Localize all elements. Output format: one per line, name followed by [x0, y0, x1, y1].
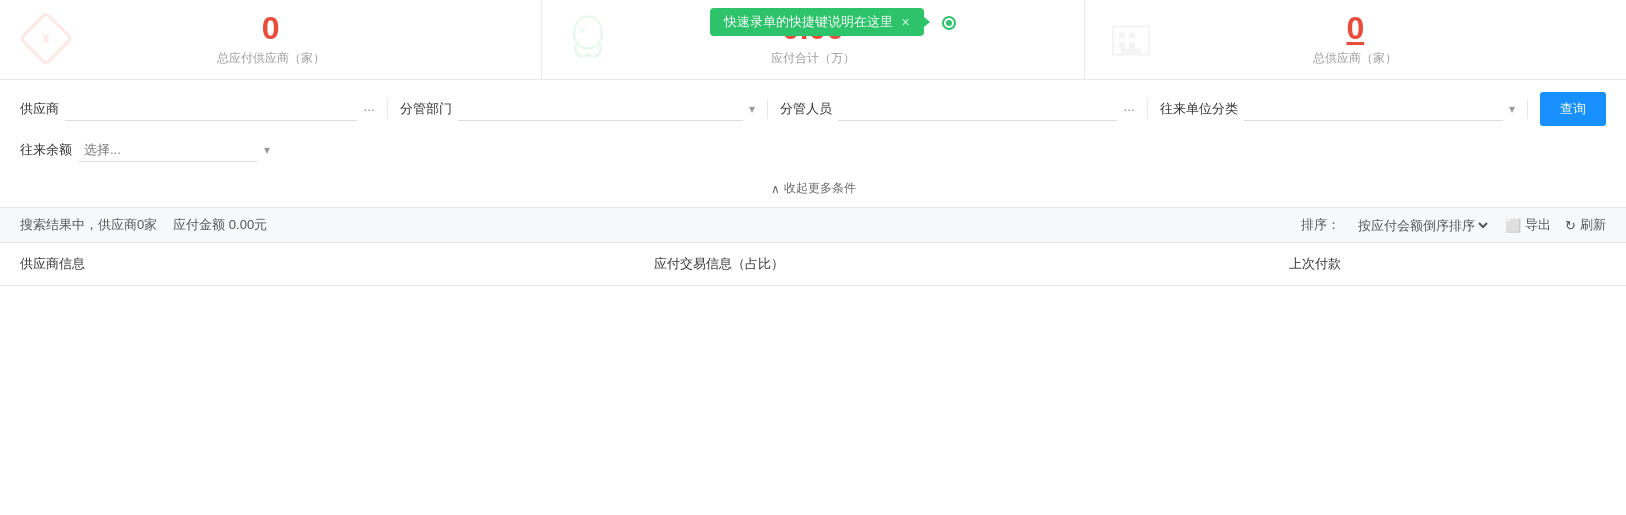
- stats-bar: ¥ 0 总应付供应商（家） 0.00 应付合计（万）: [0, 0, 1626, 80]
- tooltip-text: 快速录单的快捷键说明在这里: [724, 13, 893, 31]
- supplier-label: 供应商: [20, 100, 59, 118]
- divider-1: [387, 99, 388, 119]
- sort-label: 排序：: [1301, 216, 1340, 234]
- filter-department: 分管部门 ▾: [400, 97, 755, 121]
- stat-total-payable-suppliers: ¥ 0 总应付供应商（家）: [0, 0, 542, 79]
- export-action[interactable]: ⬜ 导出: [1505, 216, 1551, 234]
- category-label: 往来单位分类: [1160, 100, 1238, 118]
- divider-4: [1527, 99, 1528, 119]
- stat-payable-total: 0.00 应付合计（万） 快速录单的快捷键说明在这里 ×: [542, 0, 1084, 79]
- stat-total-suppliers: 0 总供应商（家）: [1085, 0, 1626, 79]
- filter-person: 分管人员 ···: [780, 97, 1135, 121]
- result-bar: 搜索结果中，供应商0家 应付金额 0.00元 排序： 按应付会额倒序排序 ⬜ 导…: [0, 208, 1626, 243]
- svg-point-3: [579, 27, 585, 33]
- refresh-label: 刷新: [1580, 216, 1606, 234]
- col-transaction-header: 应付交易信息（占比）: [654, 255, 1288, 273]
- collapse-label: 收起更多条件: [784, 180, 856, 197]
- category-dropdown-icon[interactable]: ▾: [1509, 102, 1515, 116]
- balance-input[interactable]: [78, 138, 258, 162]
- payable-total-label: 应付合计（万）: [771, 50, 855, 67]
- refresh-icon: ↻: [1565, 218, 1576, 233]
- svg-rect-0: [21, 13, 72, 64]
- department-input[interactable]: [458, 97, 743, 121]
- export-label: 导出: [1525, 216, 1551, 234]
- col-lastpay-header: 上次付款: [1289, 255, 1606, 273]
- person-dots[interactable]: ···: [1123, 101, 1135, 117]
- supplier-input[interactable]: [65, 97, 357, 121]
- result-supplier-count: 搜索结果中，供应商0家: [20, 216, 157, 234]
- tooltip-close-icon[interactable]: ×: [901, 14, 909, 30]
- filter-row-1: 供应商 ··· 分管部门 ▾ 分管人员 ··· 往来单位分类 ▾ 查询: [20, 92, 1606, 126]
- svg-rect-9: [1129, 42, 1135, 48]
- svg-rect-4: [1113, 26, 1149, 54]
- table-header: 供应商信息 应付交易信息（占比） 上次付款: [0, 243, 1626, 286]
- balance-label: 往来余额: [20, 141, 72, 159]
- svg-rect-5: [1119, 32, 1125, 38]
- sort-select[interactable]: 按应付会额倒序排序: [1354, 217, 1491, 234]
- divider-3: [1147, 99, 1148, 119]
- shortcut-tooltip: 快速录单的快捷键说明在这里 ×: [710, 8, 923, 36]
- total-suppliers-value: 0: [1346, 12, 1364, 44]
- svg-rect-6: [1129, 32, 1135, 38]
- total-payable-value: 0: [262, 12, 280, 44]
- department-dropdown-icon[interactable]: ▾: [749, 102, 755, 116]
- filter-category: 往来单位分类 ▾: [1160, 97, 1515, 121]
- query-button[interactable]: 查询: [1540, 92, 1606, 126]
- diamond-bg-icon: ¥: [20, 12, 72, 67]
- filter-bar: 供应商 ··· 分管部门 ▾ 分管人员 ··· 往来单位分类 ▾ 查询: [0, 80, 1626, 208]
- collapse-bar: ∧ 收起更多条件: [20, 174, 1606, 207]
- svg-rect-8: [1119, 42, 1125, 48]
- collapse-button[interactable]: ∧ 收起更多条件: [771, 180, 856, 197]
- department-label: 分管部门: [400, 100, 452, 118]
- table-body: [0, 286, 1626, 515]
- collapse-icon: ∧: [771, 182, 780, 196]
- total-payable-label: 总应付供应商（家）: [217, 50, 325, 67]
- person-input[interactable]: [838, 97, 1117, 121]
- tooltip-dot: [944, 18, 954, 28]
- result-info: 搜索结果中，供应商0家 应付金额 0.00元: [20, 216, 267, 234]
- result-payable-amount: 应付金额 0.00元: [173, 216, 267, 234]
- refresh-action[interactable]: ↻ 刷新: [1565, 216, 1606, 234]
- export-icon: ⬜: [1505, 218, 1521, 233]
- svg-point-2: [574, 16, 602, 48]
- building-bg-icon: [1105, 12, 1157, 67]
- result-actions: 排序： 按应付会额倒序排序 ⬜ 导出 ↻ 刷新: [1301, 216, 1606, 234]
- filter-balance: 往来余额 ▾: [20, 138, 240, 162]
- col-supplier-header: 供应商信息: [20, 255, 654, 273]
- candy-bg-icon: [562, 12, 614, 67]
- supplier-dots[interactable]: ···: [363, 101, 375, 117]
- filter-supplier: 供应商 ···: [20, 97, 375, 121]
- category-input[interactable]: [1244, 97, 1503, 121]
- balance-dropdown-icon[interactable]: ▾: [264, 143, 270, 157]
- svg-text:¥: ¥: [42, 29, 50, 45]
- divider-2: [767, 99, 768, 119]
- svg-rect-10: [1121, 48, 1141, 54]
- total-suppliers-label: 总供应商（家）: [1313, 50, 1397, 67]
- filter-row-2: 往来余额 ▾: [20, 138, 1606, 162]
- person-label: 分管人员: [780, 100, 832, 118]
